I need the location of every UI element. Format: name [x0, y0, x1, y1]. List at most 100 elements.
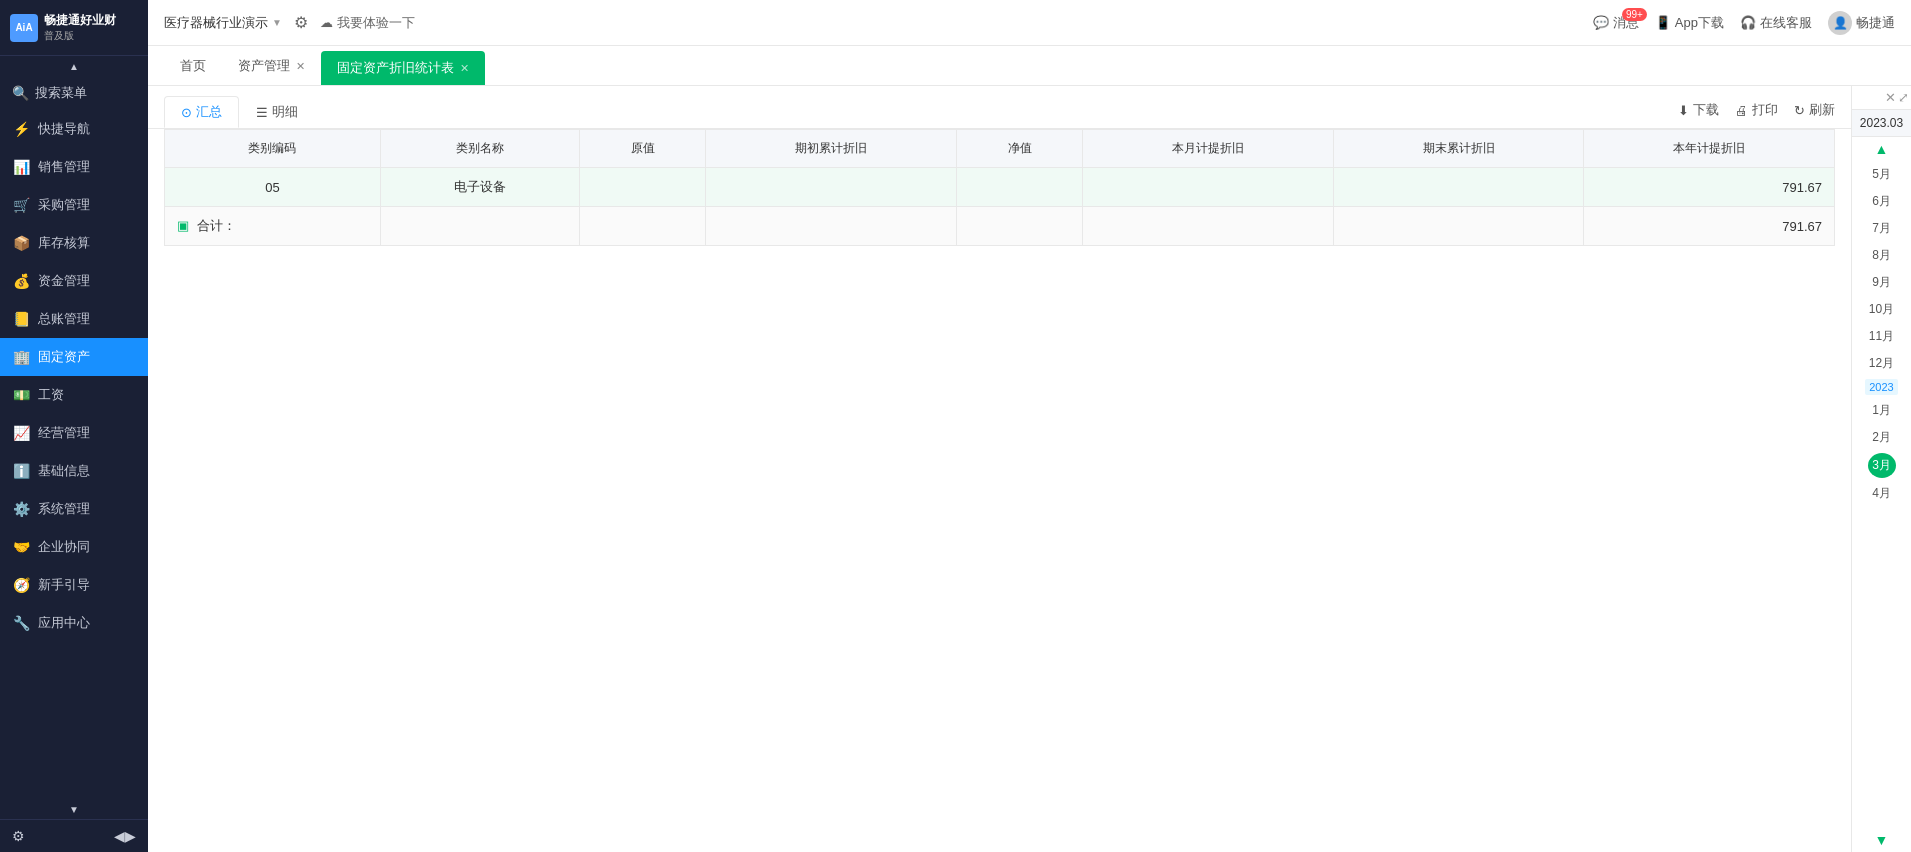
- customer-service-btn[interactable]: 🎧 在线客服: [1740, 14, 1812, 32]
- sidebar-bottom: ⚙ ◀▶: [0, 819, 148, 852]
- sidebar-item-fixed[interactable]: 🏢 固定资产: [0, 338, 148, 376]
- refresh-btn[interactable]: ↻ 刷新: [1794, 101, 1835, 119]
- date-month-jul[interactable]: 7月: [1852, 215, 1911, 242]
- company-name: 医疗器械行业演示: [164, 14, 268, 32]
- content-main: ⊙ 汇总 ☰ 明细 ⬇ 下载 🖨 打印: [148, 86, 1851, 852]
- sidebar-item-label: 工资: [38, 386, 64, 404]
- sidebar-search[interactable]: 🔍 搜索菜单: [0, 76, 148, 110]
- sub-tab-summary[interactable]: ⊙ 汇总: [164, 96, 239, 128]
- col-name: 类别名称: [380, 130, 579, 168]
- sidebar-item-label: 系统管理: [38, 500, 90, 518]
- user-info[interactable]: 👤 畅捷通: [1828, 11, 1895, 35]
- collapse-icon[interactable]: ◀▶: [114, 828, 136, 844]
- content-area: ⊙ 汇总 ☰ 明细 ⬇ 下载 🖨 打印: [148, 86, 1911, 852]
- table-row: 05 电子设备 791.67: [165, 168, 1835, 207]
- tab-asset-mgmt-close[interactable]: ✕: [296, 60, 305, 73]
- sidebar-item-enterprise[interactable]: 🤝 企业协同: [0, 528, 148, 566]
- search-label: 搜索菜单: [35, 84, 87, 102]
- date-month-feb[interactable]: 2月: [1852, 424, 1911, 451]
- date-month-sep[interactable]: 9月: [1852, 269, 1911, 296]
- settings-icon[interactable]: ⚙: [12, 828, 25, 844]
- top-header: 医疗器械行业演示 ▼ ⚙ ☁ 我要体验一下 💬 消息 99+ 📱 App下载 🎧…: [148, 0, 1911, 46]
- tab-home-label: 首页: [180, 57, 206, 75]
- quicknav-icon: ⚡: [12, 120, 30, 138]
- row-name: 电子设备: [380, 168, 579, 207]
- sidebar-item-basic[interactable]: ℹ️ 基础信息: [0, 452, 148, 490]
- table-container: 类别编码 类别名称 原值 期初累计折旧 净值 本月计提折旧 期末累计折旧 本年计…: [148, 129, 1851, 852]
- message-badge: 99+: [1622, 8, 1647, 21]
- scroll-down-btn[interactable]: ▼: [1852, 828, 1911, 852]
- detail-label: 明细: [272, 103, 298, 121]
- date-month-jun[interactable]: 6月: [1852, 188, 1911, 215]
- date-month-dec[interactable]: 12月: [1852, 350, 1911, 377]
- close-panel-icon[interactable]: ✕: [1885, 90, 1896, 105]
- sidebar-item-finance[interactable]: 💰 资金管理: [0, 262, 148, 300]
- col-beginning-accum: 期初累计折旧: [706, 130, 957, 168]
- finance-icon: 💰: [12, 272, 30, 290]
- col-code: 类别编码: [165, 130, 381, 168]
- total-beginning-accum: [706, 207, 957, 246]
- headset-icon: 🎧: [1740, 15, 1756, 30]
- message-icon: 💬: [1593, 15, 1609, 30]
- expand-panel-icon[interactable]: ⤢: [1898, 90, 1909, 105]
- tab-depreciation[interactable]: 固定资产折旧统计表 ✕: [321, 51, 485, 85]
- print-btn[interactable]: 🖨 打印: [1735, 101, 1778, 119]
- app-download-btn[interactable]: 📱 App下载: [1655, 14, 1724, 32]
- date-month-may[interactable]: 5月: [1852, 161, 1911, 188]
- experience-btn[interactable]: ☁ 我要体验一下: [320, 14, 415, 32]
- sidebar-item-guide[interactable]: 🧭 新手引导: [0, 566, 148, 604]
- sidebar-item-label: 总账管理: [38, 310, 90, 328]
- download-btn[interactable]: ⬇ 下载: [1678, 101, 1719, 119]
- message-btn[interactable]: 💬 消息 99+: [1593, 14, 1639, 32]
- cloud-icon: ☁: [320, 15, 333, 30]
- tab-depreciation-close[interactable]: ✕: [460, 62, 469, 75]
- tab-asset-mgmt[interactable]: 资产管理 ✕: [222, 49, 321, 85]
- date-months-list: 5月 6月 7月 8月 9月 10月 11月 12月 2023 1月 2月 3月…: [1852, 161, 1911, 828]
- scroll-up-btn[interactable]: ▲: [1852, 137, 1911, 161]
- sidebar-item-inventory[interactable]: 📦 库存核算: [0, 224, 148, 262]
- total-ending-accum: [1333, 207, 1584, 246]
- tab-home[interactable]: 首页: [164, 49, 222, 85]
- date-month-apr[interactable]: 4月: [1852, 480, 1911, 507]
- sidebar-item-label: 销售管理: [38, 158, 90, 176]
- company-settings-icon[interactable]: ⚙: [294, 13, 308, 32]
- date-month-nov[interactable]: 11月: [1852, 323, 1911, 350]
- sidebar-item-sales[interactable]: 📊 销售管理: [0, 148, 148, 186]
- sales-icon: 📊: [12, 158, 30, 176]
- sidebar-scroll-down-btn[interactable]: ▼: [0, 799, 148, 819]
- sidebar-item-ledger[interactable]: 📒 总账管理: [0, 300, 148, 338]
- date-month-mar-selected[interactable]: 3月: [1868, 453, 1896, 478]
- inventory-icon: 📦: [12, 234, 30, 252]
- date-panel-header-icons: ✕ ⤢: [1852, 86, 1911, 110]
- date-month-jan[interactable]: 1月: [1852, 397, 1911, 424]
- summary-icon: ⊙: [181, 105, 192, 120]
- download-icon: 📱: [1655, 15, 1671, 30]
- sidebar-item-system[interactable]: ⚙️ 系统管理: [0, 490, 148, 528]
- col-annual-depr: 本年计提折旧: [1584, 130, 1835, 168]
- sidebar-item-label: 新手引导: [38, 576, 90, 594]
- app-logo-text: 畅捷通好业财 普及版: [44, 12, 116, 43]
- summary-label: 汇总: [196, 103, 222, 121]
- sidebar-item-salary[interactable]: 💵 工资: [0, 376, 148, 414]
- sidebar-item-operations[interactable]: 📈 经营管理: [0, 414, 148, 452]
- sidebar-item-quicknav[interactable]: ⚡ 快捷导航: [0, 110, 148, 148]
- basic-icon: ℹ️: [12, 462, 30, 480]
- print-icon: 🖨: [1735, 103, 1748, 118]
- date-month-aug[interactable]: 8月: [1852, 242, 1911, 269]
- date-month-oct[interactable]: 10月: [1852, 296, 1911, 323]
- sidebar-scroll-up-btn[interactable]: ▲: [0, 56, 148, 76]
- sub-tab-detail[interactable]: ☰ 明细: [239, 96, 315, 128]
- sidebar-item-purchase[interactable]: 🛒 采购管理: [0, 186, 148, 224]
- col-net: 净值: [956, 130, 1083, 168]
- tab-depreciation-label: 固定资产折旧统计表: [337, 59, 454, 77]
- user-name: 畅捷通: [1856, 14, 1895, 32]
- refresh-label: 刷新: [1809, 101, 1835, 119]
- print-label: 打印: [1752, 101, 1778, 119]
- total-net: [956, 207, 1083, 246]
- sidebar-logo: AiA 畅捷通好业财 普及版: [0, 0, 148, 56]
- date-panel: ✕ ⤢ 2023.03 ▲ 5月 6月 7月 8月 9月 10月 11月 12月…: [1851, 86, 1911, 852]
- tab-asset-mgmt-label: 资产管理: [238, 57, 290, 75]
- sidebar-item-apps[interactable]: 🔧 应用中心: [0, 604, 148, 642]
- company-selector[interactable]: 医疗器械行业演示 ▼: [164, 14, 282, 32]
- sidebar-item-label: 固定资产: [38, 348, 90, 366]
